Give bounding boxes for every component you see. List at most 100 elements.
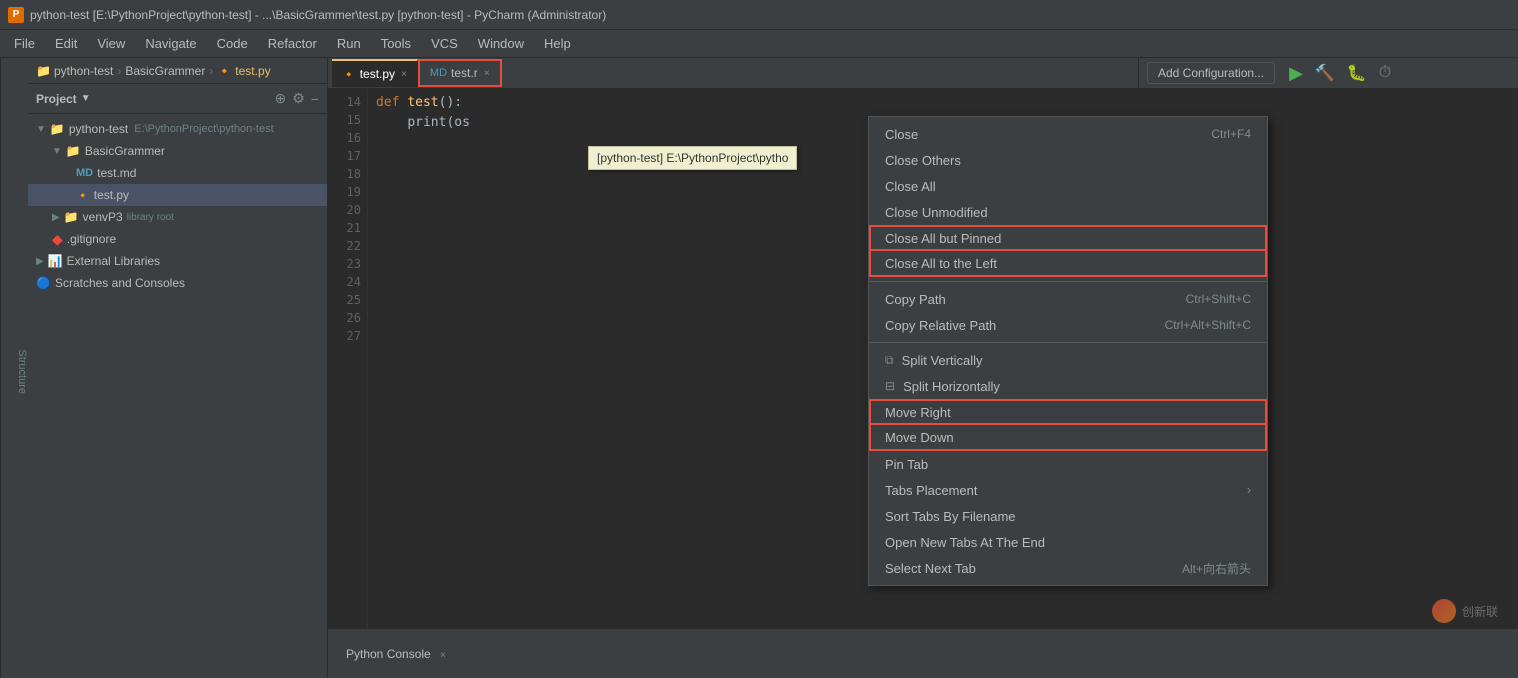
settings-icon[interactable]: ⚙ [292, 90, 305, 107]
cm-close-others[interactable]: Close Others [869, 147, 1267, 173]
cm-sep1 [869, 281, 1267, 282]
cm-move-right[interactable]: Move Right [869, 399, 1267, 425]
line-num-22: 22 [328, 237, 361, 255]
cm-select-next-shortcut: Alt+向右箭头 [1182, 560, 1251, 577]
tree-item-basicgrammer[interactable]: ▼ 📁 BasicGrammer [28, 140, 327, 162]
breadcrumb-folder-icon: 📁 [36, 64, 51, 78]
cm-copy-path-shortcut: Ctrl+Shift+C [1186, 292, 1251, 306]
tab-testpy[interactable]: 🔸 test.py × [332, 59, 418, 87]
cm-split-v-label: Split Vertically [902, 353, 983, 368]
tab-testr[interactable]: MD test.r × [418, 59, 502, 87]
split-v-icon: ⧉ [885, 353, 894, 368]
tab-testr-close[interactable]: × [484, 68, 490, 79]
cm-copy-path[interactable]: Copy Path Ctrl+Shift+C [869, 286, 1267, 312]
tab-md-icon: MD [430, 67, 447, 79]
menu-run[interactable]: Run [327, 32, 371, 55]
cm-close-all[interactable]: Close All [869, 173, 1267, 199]
menu-window[interactable]: Window [468, 32, 534, 55]
cm-split-horizontally[interactable]: ⊟ Split Horizontally [869, 373, 1267, 399]
tree-venv-name: venvP3 [83, 210, 123, 224]
cm-pin-tab[interactable]: Pin Tab [869, 451, 1267, 477]
project-tree-header: Project ▼ ⊕ ⚙ − [28, 84, 327, 114]
cm-copy-relative-path[interactable]: Copy Relative Path Ctrl+Alt+Shift+C [869, 312, 1267, 338]
menu-code[interactable]: Code [207, 32, 258, 55]
breadcrumb: 📁 python-test › BasicGrammer › 🔸 test.py [28, 58, 327, 84]
project-label[interactable]: Project [36, 92, 77, 106]
tree-item-testmd[interactable]: MD test.md [28, 162, 327, 184]
profile-button[interactable]: ⏱ [1379, 64, 1391, 82]
tree-item-scratches[interactable]: 🔵 Scratches and Consoles [28, 272, 327, 294]
tree-item-gitignore[interactable]: ◆ .gitignore [28, 228, 327, 250]
run-button[interactable]: ▶ [1289, 63, 1303, 84]
tab-testr-label: test.r [451, 66, 478, 80]
cm-copy-path-label: Copy Path [885, 292, 946, 307]
menu-view[interactable]: View [87, 32, 135, 55]
menu-help[interactable]: Help [534, 32, 581, 55]
build-button[interactable]: 🔨 [1315, 63, 1335, 83]
cm-close-all-label: Close All [885, 179, 936, 194]
locate-icon[interactable]: ⊕ [275, 90, 287, 107]
python-console-label: Python Console [346, 647, 431, 661]
line-num-14: 14 [328, 93, 361, 111]
folder-icon-basic: 📁 [66, 144, 81, 158]
python-console-tab[interactable]: Python Console × [336, 643, 456, 665]
tree-item-venvp3[interactable]: ▶ 📁 venvP3 library root [28, 206, 327, 228]
line-num-19: 19 [328, 183, 361, 201]
line-numbers: 14 15 16 17 18 19 20 21 22 23 24 25 26 2… [328, 89, 368, 628]
lib-badge: library root [127, 212, 174, 223]
menu-tools[interactable]: Tools [371, 32, 421, 55]
cm-move-down-label: Move Down [885, 430, 954, 445]
breadcrumb-sep2: › [209, 64, 213, 78]
cm-tabs-placement[interactable]: Tabs Placement › [869, 477, 1267, 503]
line-num-15: 15 [328, 111, 361, 129]
cm-close-unmodified-label: Close Unmodified [885, 205, 988, 220]
md-icon: MD [76, 167, 93, 179]
cm-sort-tabs[interactable]: Sort Tabs By Filename [869, 503, 1267, 529]
breadcrumb-file[interactable]: test.py [235, 64, 270, 78]
menu-navigate[interactable]: Navigate [135, 32, 206, 55]
structure-sidebar: Structure [0, 58, 28, 678]
tabs-bar: 🔸 test.py × MD test.r × [328, 58, 1138, 88]
python-console-close[interactable]: × [440, 650, 446, 661]
cm-select-next-tab[interactable]: Select Next Tab Alt+向右箭头 [869, 555, 1267, 581]
tree-testpy-name: test.py [94, 188, 129, 202]
menu-file[interactable]: File [4, 32, 45, 55]
cm-close[interactable]: Close Ctrl+F4 [869, 121, 1267, 147]
project-dropdown-arrow[interactable]: ▼ [81, 93, 91, 104]
menu-vcs[interactable]: VCS [421, 32, 468, 55]
collapse-icon[interactable]: − [311, 91, 319, 107]
tabs-placement-arrow: › [1247, 483, 1251, 497]
menubar: File Edit View Navigate Code Refactor Ru… [0, 30, 1518, 58]
cm-close-unmodified[interactable]: Close Unmodified [869, 199, 1267, 225]
project-tree: ▼ 📁 python-test E:\PythonProject\python-… [28, 114, 327, 678]
tree-basicgrammer-name: BasicGrammer [85, 144, 165, 158]
tab-testpy-close[interactable]: × [401, 69, 407, 80]
menu-edit[interactable]: Edit [45, 32, 87, 55]
cm-copy-relative-shortcut: Ctrl+Alt+Shift+C [1165, 318, 1251, 332]
tree-item-root[interactable]: ▼ 📁 python-test E:\PythonProject\python-… [28, 118, 327, 140]
line-num-25: 25 [328, 291, 361, 309]
cm-close-all-but-pinned[interactable]: Close All but Pinned [869, 225, 1267, 251]
debug-button[interactable]: 🐛 [1347, 63, 1367, 83]
breadcrumb-project[interactable]: python-test [54, 64, 113, 78]
cm-move-down[interactable]: Move Down [869, 425, 1267, 451]
cm-split-vertically[interactable]: ⧉ Split Vertically [869, 347, 1267, 373]
cm-open-new-tabs-end[interactable]: Open New Tabs At The End [869, 529, 1267, 555]
cm-split-h-label: Split Horizontally [903, 379, 1000, 394]
tree-item-ext-libs[interactable]: ▶ 📊 External Libraries [28, 250, 327, 272]
tree-root-name: python-test [69, 122, 128, 136]
structure-label[interactable]: Structure [16, 350, 28, 395]
cm-tabs-placement-label: Tabs Placement [885, 483, 978, 498]
tree-ext-libs-name: External Libraries [67, 254, 160, 268]
cm-close-label: Close [885, 127, 918, 142]
cm-close-all-to-left[interactable]: Close All to the Left [869, 251, 1267, 277]
menu-refactor[interactable]: Refactor [258, 32, 327, 55]
tab-tooltip: [python-test] E:\PythonProject\pytho [588, 146, 797, 170]
breadcrumb-folder[interactable]: BasicGrammer [125, 64, 205, 78]
split-h-icon: ⊟ [885, 379, 895, 393]
cm-close-all-to-left-label: Close All to the Left [885, 256, 997, 271]
tree-item-testpy[interactable]: 🔸 test.py [28, 184, 327, 206]
line-num-20: 20 [328, 201, 361, 219]
cm-close-others-label: Close Others [885, 153, 961, 168]
add-config-button[interactable]: Add Configuration... [1147, 62, 1275, 84]
